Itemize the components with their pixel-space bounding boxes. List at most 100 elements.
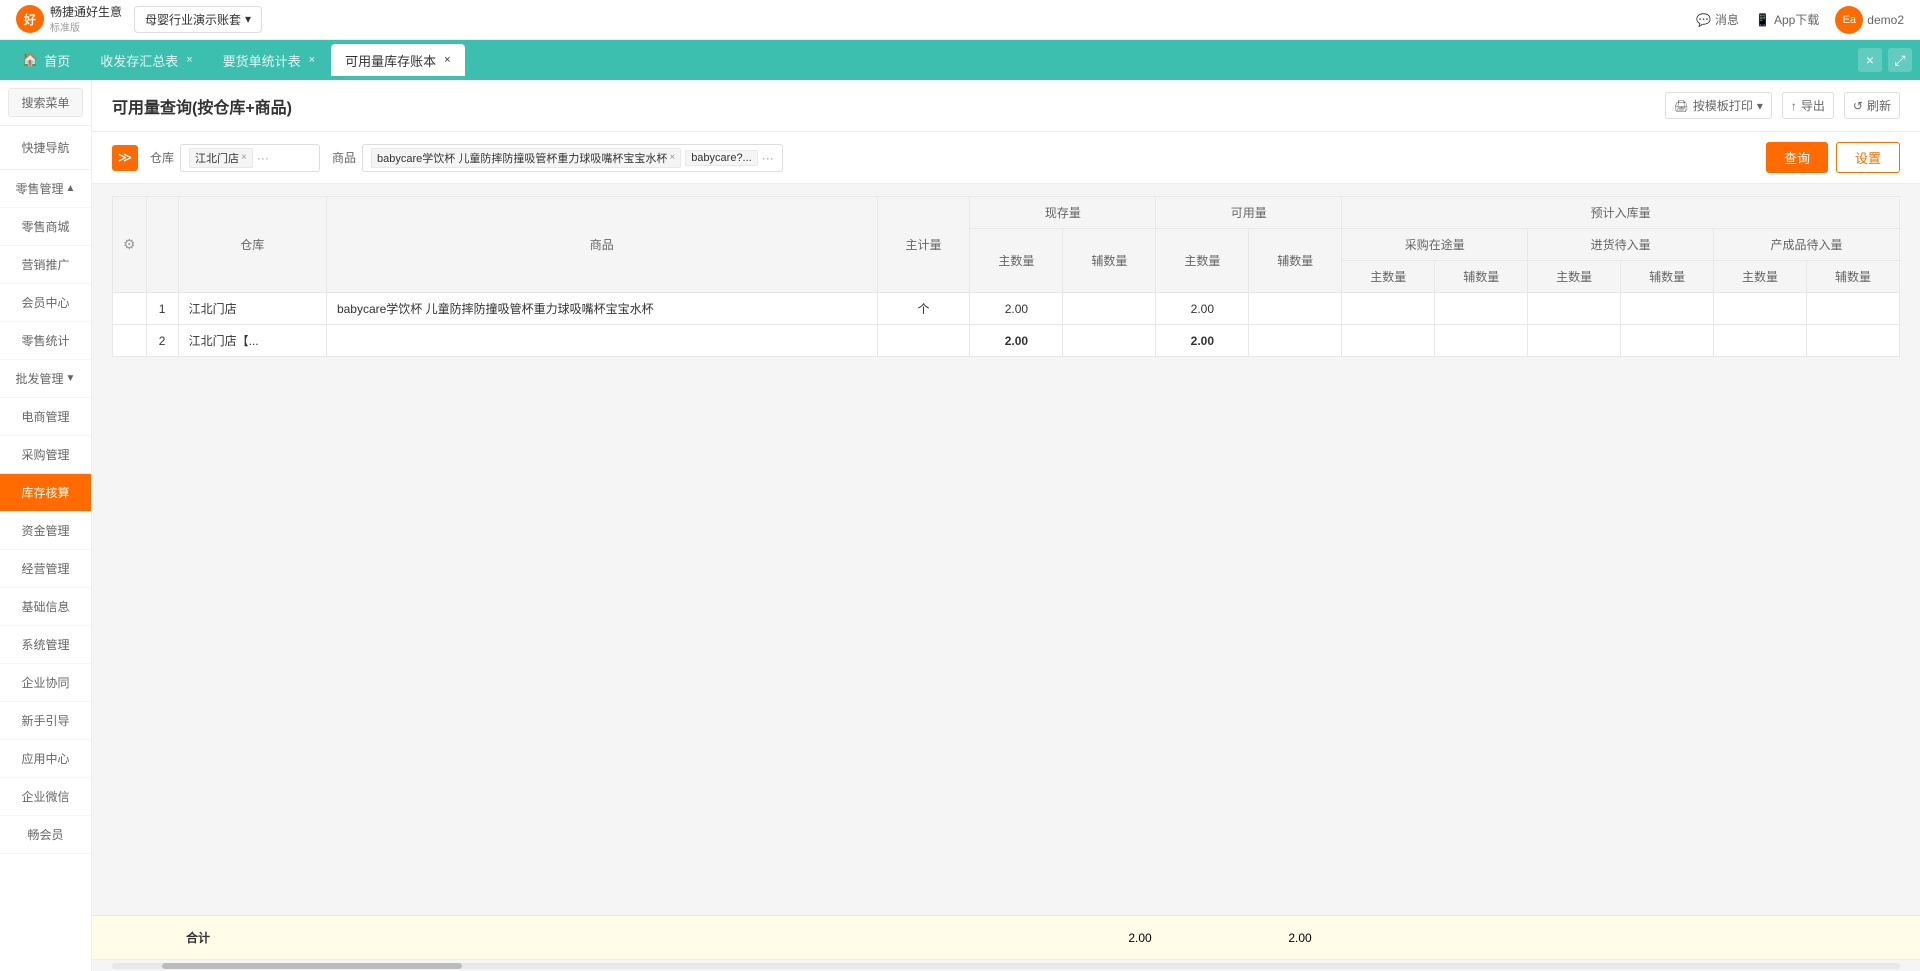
- sidebar-item-inventory-mgmt[interactable]: 库存核算: [0, 474, 91, 512]
- sidebar-item-label: 会员中心: [21, 294, 69, 311]
- sidebar-item-operation-mgmt[interactable]: 经营管理: [0, 550, 91, 588]
- sidebar-item-label: 采购管理: [21, 446, 69, 463]
- td-no: 2: [146, 325, 178, 357]
- user-area[interactable]: Ea demo2: [1835, 6, 1904, 34]
- warehouse-tag-remove-icon[interactable]: ×: [241, 152, 247, 163]
- sidebar-item-label: 电商管理: [21, 408, 69, 425]
- maximize-button[interactable]: ⤢: [1888, 48, 1912, 72]
- th-warehouse: 仓库: [178, 197, 326, 293]
- sidebar-quicknav-area: 快捷导航: [0, 126, 91, 170]
- th-incoming-aux: 辅数量: [1621, 261, 1714, 293]
- template-print-label: 按模板打印: [1693, 97, 1753, 114]
- td-warehouse: 江北门店: [178, 293, 326, 325]
- td-available-main: 2.00: [1156, 325, 1249, 357]
- sidebar-item-label: 资金管理: [21, 522, 69, 539]
- tab-requisition-close-icon[interactable]: ×: [309, 54, 315, 66]
- sidebar-item-app-center[interactable]: 应用中心: [0, 740, 91, 778]
- top-bar-right: 💬 消息 📱 App下载 Ea demo2: [1696, 6, 1904, 34]
- sidebar-item-enterprise-wechat[interactable]: 企业微信: [0, 778, 91, 816]
- warehouse-more-icon[interactable]: ···: [257, 151, 269, 165]
- product-filter: 商品 babycare学饮杯 儿童防摔防撞吸管杯重力球吸嘴杯宝宝水杯 × bab…: [332, 144, 783, 172]
- warehouse-tag: 江北门店 ×: [189, 148, 253, 168]
- logo-area: 好 畅捷通好生意 标准版: [16, 5, 122, 34]
- footer-available-main: 2.00: [1260, 924, 1340, 951]
- warehouse-input[interactable]: 江北门店 × ···: [180, 144, 320, 172]
- tab-available-close-icon[interactable]: ×: [444, 54, 450, 66]
- export-label: 导出: [1801, 97, 1825, 114]
- sidebar-item-label: 零售商城: [21, 218, 69, 235]
- th-available: 可用量: [1156, 197, 1342, 229]
- sidebar-item-finance-mgmt[interactable]: 资金管理: [0, 512, 91, 550]
- sidebar-item-wholesale-mgmt[interactable]: 批发管理 ▼: [0, 360, 91, 398]
- td-purchase-aux: [1435, 293, 1528, 325]
- close-all-button[interactable]: ×: [1858, 48, 1882, 72]
- sidebar-item-purchase-mgmt[interactable]: 采购管理: [0, 436, 91, 474]
- app-download-button[interactable]: 📱 App下载: [1755, 11, 1819, 28]
- export-button[interactable]: ↑ 导出: [1782, 92, 1834, 119]
- tab-receive-close-icon[interactable]: ×: [186, 54, 192, 66]
- sidebar-item-retail-mall[interactable]: 零售商城: [0, 208, 91, 246]
- td-unit: 个: [877, 293, 970, 325]
- dropdown-arrow-icon: ▾: [245, 12, 251, 26]
- expand-icon: ▼: [66, 373, 76, 384]
- query-button[interactable]: 查询: [1766, 142, 1828, 173]
- message-icon: 💬: [1696, 13, 1711, 27]
- td-current-main: 2.00: [970, 293, 1063, 325]
- sidebar-item-marketing[interactable]: 营销推广: [0, 246, 91, 284]
- message-button[interactable]: 💬 消息: [1696, 11, 1739, 28]
- td-product: [326, 325, 877, 357]
- footer-label: 合计: [176, 924, 296, 951]
- search-menu-button[interactable]: 搜索菜单: [8, 88, 83, 117]
- quick-nav-button[interactable]: 快捷导航: [8, 134, 83, 161]
- sidebar-item-system-mgmt[interactable]: 系统管理: [0, 626, 91, 664]
- template-print-button[interactable]: 🖨 按模板打印 ▾: [1665, 92, 1772, 119]
- settings-button[interactable]: 设置: [1836, 142, 1900, 173]
- tab-home[interactable]: 🏠 首页: [8, 44, 84, 76]
- sidebar-item-member-center[interactable]: 会员中心: [0, 284, 91, 322]
- filter-toggle-button[interactable]: ≫: [112, 145, 138, 171]
- data-table: ⚙ 仓库 商品 主计量 现存量 可用量 预计入库量 主数量 辅数量 主数量: [112, 196, 1900, 357]
- td-no: 1: [146, 293, 178, 325]
- th-available-aux: 辅数量: [1249, 229, 1342, 293]
- filter-bar: ≫ 仓库 江北门店 × ··· 商品 babycare学饮杯 儿童防摔防撞吸管杯…: [92, 132, 1920, 184]
- product-more-icon[interactable]: ···: [762, 151, 774, 165]
- td-incoming-aux: [1621, 293, 1714, 325]
- export-icon: ↑: [1791, 99, 1797, 113]
- sidebar-item-label: 库存核算: [21, 484, 69, 501]
- tab-home-label: 首页: [44, 51, 70, 70]
- th-incoming-main: 主数量: [1528, 261, 1621, 293]
- industry-selector[interactable]: 母婴行业演示账套 ▾: [134, 6, 262, 33]
- refresh-button[interactable]: ↺ 刷新: [1844, 92, 1900, 119]
- user-label: demo2: [1867, 13, 1904, 27]
- sidebar-item-retail-mgmt[interactable]: 零售管理 ▲: [0, 170, 91, 208]
- sidebar-item-new-guide[interactable]: 新手引导: [0, 702, 91, 740]
- scrollbar-thumb[interactable]: [162, 963, 462, 969]
- sidebar-item-enterprise-collab[interactable]: 企业协同: [0, 664, 91, 702]
- tab-receive[interactable]: 收发存汇总表 ×: [86, 44, 206, 76]
- tab-available[interactable]: 可用量库存账本 ×: [331, 44, 464, 76]
- product-input[interactable]: babycare学饮杯 儿童防摔防撞吸管杯重力球吸嘴杯宝宝水杯 × babyca…: [362, 144, 783, 172]
- sidebar-item-label: 营销推广: [21, 256, 69, 273]
- main-layout: 搜索菜单 快捷导航 零售管理 ▲ 零售商城 营销推广 会员中心 零售统计 批发管…: [0, 80, 1920, 971]
- column-settings-icon[interactable]: ⚙: [123, 236, 136, 252]
- warehouse-tag-text: 江北门店: [195, 150, 239, 166]
- product-tag-1-remove-icon[interactable]: ×: [669, 152, 675, 163]
- horizontal-scrollbar[interactable]: [112, 963, 1900, 969]
- th-available-main: 主数量: [1156, 229, 1249, 293]
- page-actions: 🖨 按模板打印 ▾ ↑ 导出 ↺ 刷新: [1665, 92, 1900, 119]
- sidebar-item-ecommerce-mgmt[interactable]: 电商管理: [0, 398, 91, 436]
- sidebar-item-label: 应用中心: [21, 750, 69, 767]
- sidebar-item-label: 经营管理: [21, 560, 69, 577]
- td-settings: [113, 293, 147, 325]
- sidebar-item-basic-info[interactable]: 基础信息: [0, 588, 91, 626]
- avatar: Ea: [1835, 6, 1863, 34]
- page-title: 可用量查询(按仓库+商品): [112, 94, 292, 118]
- sidebar-item-vip-member[interactable]: 畅会员: [0, 816, 91, 854]
- tab-requisition[interactable]: 要货单统计表 ×: [209, 44, 329, 76]
- th-planned-in: 预计入库量: [1342, 197, 1900, 229]
- scroll-bar-area: [92, 959, 1920, 971]
- th-product: 商品: [326, 197, 877, 293]
- sidebar-item-retail-stats[interactable]: 零售统计: [0, 322, 91, 360]
- th-no: [146, 197, 178, 293]
- sidebar-item-label: 企业协同: [21, 674, 69, 691]
